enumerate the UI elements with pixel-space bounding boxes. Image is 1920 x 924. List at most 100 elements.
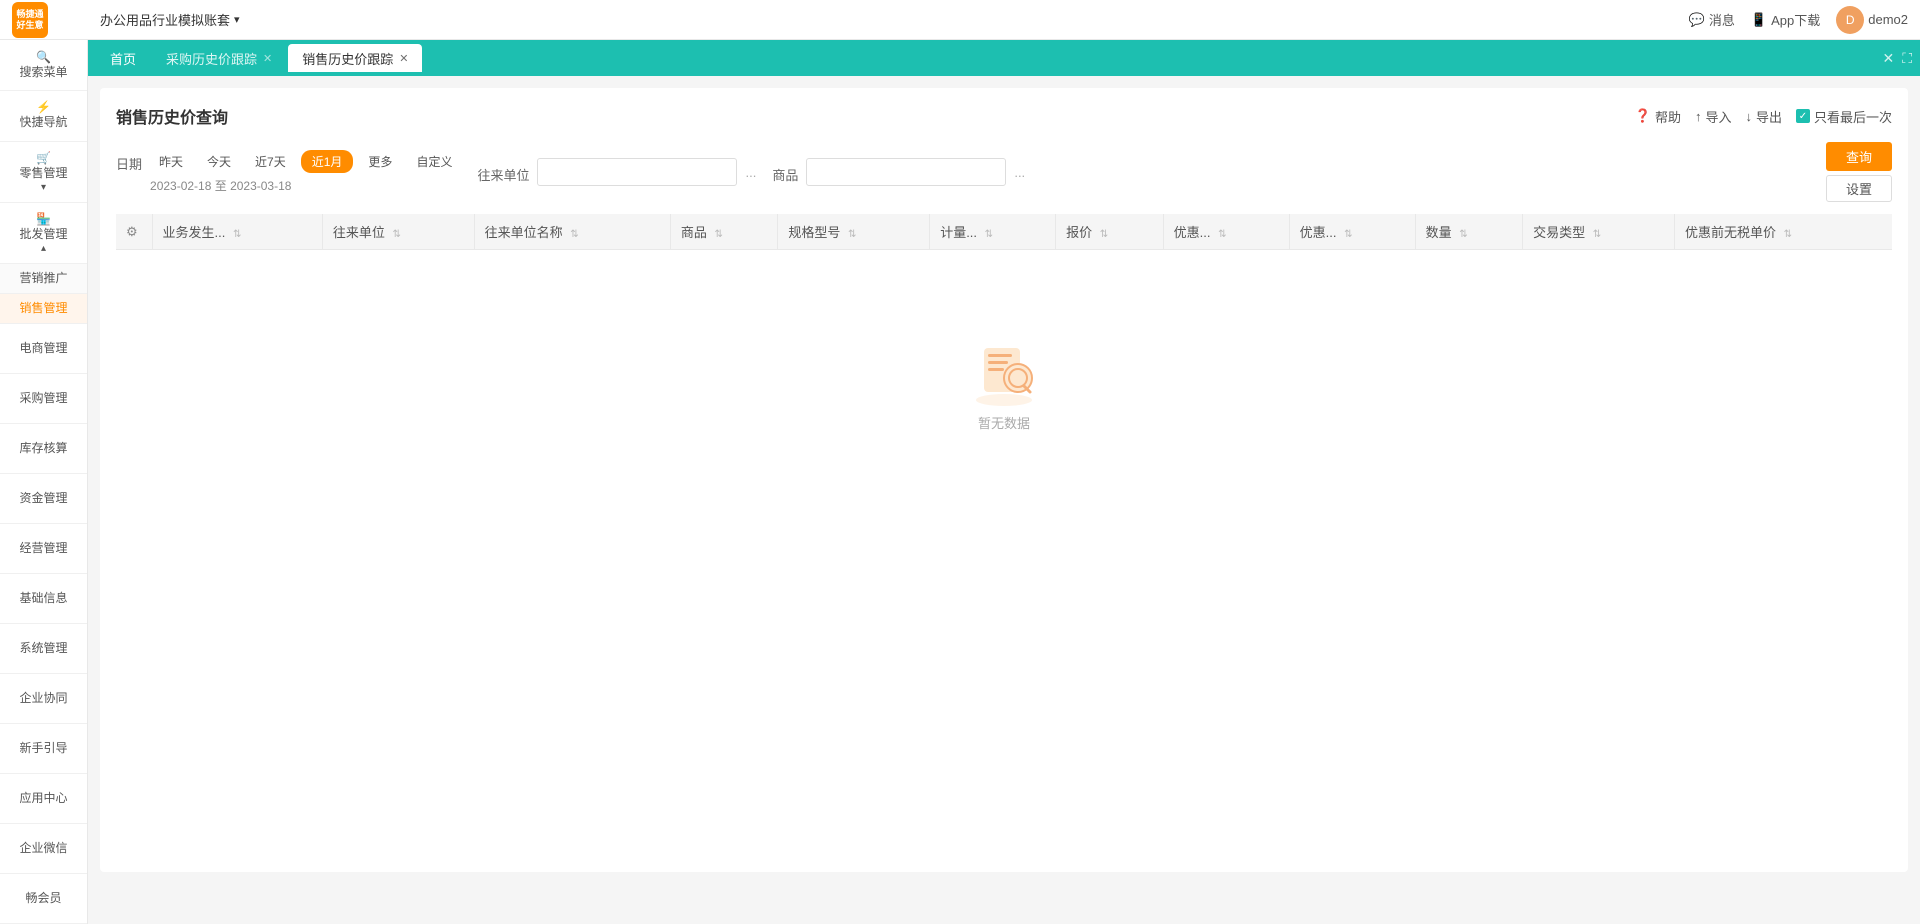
sidebar-item-wholesale[interactable]: 🏪 批发管理 ▴ (0, 203, 87, 264)
tab-sales-history-label: 销售历史价跟踪 (302, 49, 393, 68)
maximize-icon[interactable]: ⛶ (1902, 50, 1912, 67)
sidebar-item-wholesale-label: 批发管理 (19, 226, 67, 243)
sort-icon: ⇅ (1218, 229, 1226, 240)
date-btn-custom[interactable]: 自定义 (407, 150, 461, 173)
sort-icon: ⇅ (1100, 229, 1108, 240)
sidebar-item-system[interactable]: 系统管理 (0, 624, 87, 674)
sidebar-item-quicknav-label: 快捷导航 (19, 114, 67, 131)
sidebar-item-finance[interactable]: 资金管理 (0, 474, 87, 524)
col-partner-name[interactable]: 往来单位名称 ⇅ (474, 214, 670, 250)
sidebar-item-retail[interactable]: 🛒 零售管理 ▾ (0, 142, 87, 203)
date-btn-yesterday[interactable]: 昨天 (150, 150, 192, 173)
export-button[interactable]: ↓ 导出 (1745, 107, 1782, 126)
sort-icon: ⇅ (985, 229, 993, 240)
col-unit[interactable]: 计量... ⇅ (930, 214, 1056, 250)
data-table: ⚙ 业务发生... ⇅ 往来单位 ⇅ (116, 214, 1892, 250)
table-header: ⚙ 业务发生... ⇅ 往来单位 ⇅ (116, 214, 1892, 250)
tab-sales-history[interactable]: 销售历史价跟踪 ✕ (288, 44, 422, 72)
col-discount2[interactable]: 优惠... ⇅ (1289, 214, 1415, 250)
sidebar-item-sales[interactable]: 销售管理 (0, 294, 87, 324)
partner-ellipsis[interactable]: ... (745, 165, 756, 180)
product-filter: 商品 ... (772, 158, 1025, 186)
close-tab-icon[interactable]: ✕ (1882, 50, 1894, 67)
product-input[interactable] (806, 158, 1006, 186)
sort-icon: ⇅ (392, 229, 400, 240)
sidebar-item-basicinfo-label: 基础信息 (19, 590, 67, 607)
sidebar-item-finance-label: 资金管理 (19, 490, 67, 507)
sidebar-item-ecommerce-label: 电商管理 (19, 340, 67, 357)
product-ellipsis[interactable]: ... (1014, 165, 1025, 180)
quicknav-icon: ⚡ (36, 100, 51, 114)
sidebar-item-marketing[interactable]: 营销推广 (0, 264, 87, 294)
sidebar-item-enterprise-collab[interactable]: 企业协同 (0, 674, 87, 724)
col-discount1[interactable]: 优惠... ⇅ (1163, 214, 1289, 250)
chevron-up-icon: ▴ (41, 243, 46, 254)
date-btn-7days[interactable]: 近7天 (246, 150, 295, 173)
date-btn-more[interactable]: 更多 (359, 150, 401, 173)
date-btn-1month[interactable]: 近1月 (301, 150, 354, 173)
col-product[interactable]: 商品 ⇅ (670, 214, 778, 250)
empty-text: 暂无数据 (978, 413, 1030, 432)
tab-home[interactable]: 首页 (96, 44, 150, 72)
col-spec[interactable]: 规格型号 ⇅ (778, 214, 930, 250)
partner-input[interactable] (537, 158, 737, 186)
date-btn-today[interactable]: 今天 (198, 150, 240, 173)
app-download-button[interactable]: 📱 App下载 (1751, 10, 1820, 29)
app-download-label: App下载 (1771, 10, 1820, 29)
sidebar-item-app-center[interactable]: 应用中心 (0, 774, 87, 824)
sidebar-item-inventory-label: 库存核算 (19, 440, 67, 457)
col-price[interactable]: 报价 ⇅ (1056, 214, 1164, 250)
sort-icon: ⇅ (714, 229, 722, 240)
user-profile[interactable]: D demo2 (1836, 6, 1908, 34)
sidebar-item-newuser-guide[interactable]: 新手引导 (0, 724, 87, 774)
tab-purchase-history-label: 采购历史价跟踪 (166, 49, 257, 68)
page-header-actions: ❓ 帮助 ↑ 导入 ↓ 导出 ✓ 只看最后一次 (1635, 107, 1892, 126)
only-last-checkbox[interactable]: ✓ 只看最后一次 (1796, 107, 1892, 126)
help-button[interactable]: ❓ 帮助 (1635, 107, 1681, 126)
sidebar-item-quicknav[interactable]: ⚡ 快捷导航 (0, 91, 87, 142)
sidebar-item-operations[interactable]: 经营管理 (0, 524, 87, 574)
col-qty[interactable]: 数量 ⇅ (1415, 214, 1523, 250)
col-partner-code[interactable]: 往来单位 ⇅ (322, 214, 474, 250)
tab-sales-close-icon[interactable]: ✕ (399, 52, 408, 65)
main-layout: 🔍 搜索菜单 ⚡ 快捷导航 🛒 零售管理 ▾ 🏪 批发管理 ▴ 营销推广 销售管… (0, 40, 1920, 924)
logo-area: 畅捷通好生意 (12, 2, 100, 38)
sidebar-item-system-label: 系统管理 (19, 640, 67, 657)
sort-icon: ⇅ (1784, 229, 1792, 240)
tab-purchase-history[interactable]: 采购历史价跟踪 ✕ (152, 44, 286, 72)
sort-icon: ⇅ (1344, 229, 1352, 240)
sidebar-item-ecommerce[interactable]: 电商管理 (0, 324, 87, 374)
settings-button[interactable]: 设置 (1826, 175, 1892, 202)
filter-row: 日期 昨天 今天 近7天 近1月 更多 自定义 2023-02-18 至 202… (116, 142, 1892, 202)
sidebar-item-vip[interactable]: 畅会员 (0, 874, 87, 924)
help-icon: ❓ (1635, 108, 1651, 124)
date-buttons: 昨天 今天 近7天 近1月 更多 自定义 (150, 150, 461, 173)
page-content: 销售历史价查询 ❓ 帮助 ↑ 导入 ↓ 导出 (88, 76, 1920, 924)
tabbar: 首页 采购历史价跟踪 ✕ 销售历史价跟踪 ✕ ✕ ⛶ (88, 40, 1920, 76)
message-button[interactable]: 💬 消息 (1689, 10, 1735, 29)
sidebar-item-search[interactable]: 🔍 搜索菜单 (0, 40, 87, 91)
tab-purchase-close-icon[interactable]: ✕ (263, 52, 272, 65)
filter-actions: 查询 设置 (1826, 142, 1892, 202)
import-button[interactable]: ↑ 导入 (1695, 107, 1732, 126)
query-button[interactable]: 查询 (1826, 142, 1892, 171)
col-tax-free-price[interactable]: 优惠前无税单价 ⇅ (1674, 214, 1892, 250)
col-trade-type[interactable]: 交易类型 ⇅ (1523, 214, 1675, 250)
tabbar-right: ✕ ⛶ (1882, 50, 1912, 67)
col-settings[interactable]: ⚙ (116, 214, 152, 250)
message-icon: 💬 (1689, 12, 1705, 28)
sidebar-item-basicinfo[interactable]: 基础信息 (0, 574, 87, 624)
app-selector[interactable]: 办公用品行业模拟账套 ▾ (100, 10, 1689, 29)
avatar: D (1836, 6, 1864, 34)
sidebar-item-enterprise-wechat-label: 企业微信 (19, 840, 67, 857)
sidebar-item-purchase[interactable]: 采购管理 (0, 374, 87, 424)
empty-state: 暂无数据 (116, 250, 1892, 512)
sidebar-item-vip-label: 畅会员 (25, 890, 61, 907)
sidebar-item-newuser-guide-label: 新手引导 (19, 740, 67, 757)
chevron-down-icon: ▾ (41, 182, 46, 193)
sidebar-item-search-label: 搜索菜单 (19, 64, 67, 81)
sidebar-item-enterprise-wechat[interactable]: 企业微信 (0, 824, 87, 874)
settings-icon[interactable]: ⚙ (126, 224, 138, 239)
sidebar-item-inventory[interactable]: 库存核算 (0, 424, 87, 474)
col-biz-date[interactable]: 业务发生... ⇅ (152, 214, 322, 250)
